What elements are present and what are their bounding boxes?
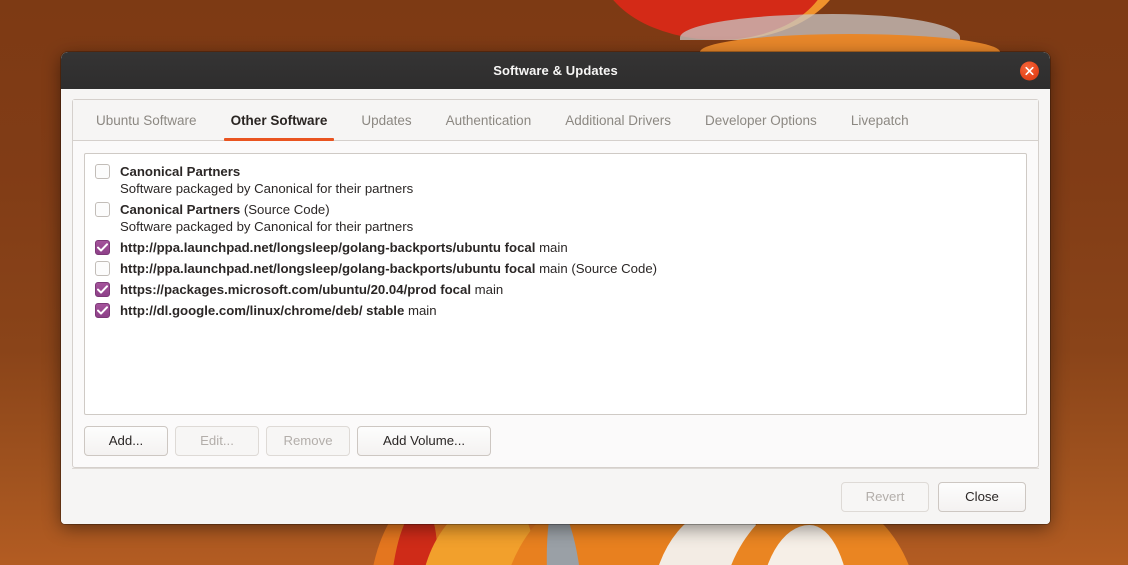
source-title-suffix: main xyxy=(404,303,437,318)
list-item[interactable]: http://dl.google.com/linux/chrome/deb/ s… xyxy=(89,299,1022,320)
list-item[interactable]: https://packages.microsoft.com/ubuntu/20… xyxy=(89,278,1022,299)
source-checkbox[interactable] xyxy=(95,164,110,179)
software-sources-list[interactable]: Canonical Partners Software packaged by … xyxy=(84,153,1027,415)
source-title-bold: http://ppa.launchpad.net/longsleep/golan… xyxy=(120,261,536,276)
add-volume-button[interactable]: Add Volume... xyxy=(357,426,491,456)
source-title-bold: http://ppa.launchpad.net/longsleep/golan… xyxy=(120,240,536,255)
tab-page-other-software: Canonical Partners Software packaged by … xyxy=(73,141,1038,467)
source-title-suffix: main (Source Code) xyxy=(535,261,658,276)
tab-updates[interactable]: Updates xyxy=(344,100,428,140)
list-action-bar: Add... Edit... Remove Add Volume... xyxy=(84,426,1027,456)
close-icon[interactable] xyxy=(1020,61,1039,80)
list-item[interactable]: Canonical Partners (Source Code) Softwar… xyxy=(89,198,1022,236)
source-title: http://dl.google.com/linux/chrome/deb/ s… xyxy=(120,301,437,319)
wallpaper-shape-bottom-haze xyxy=(300,555,940,565)
tab-ubuntu-software[interactable]: Ubuntu Software xyxy=(79,100,214,140)
source-checkbox[interactable] xyxy=(95,303,110,318)
title-bar: Software & Updates xyxy=(61,52,1050,89)
tab-authentication[interactable]: Authentication xyxy=(429,100,549,140)
source-title: http://ppa.launchpad.net/longsleep/golan… xyxy=(120,238,568,256)
remove-button: Remove xyxy=(266,426,350,456)
close-button[interactable]: Close xyxy=(938,481,1026,512)
source-title-bold: http://dl.google.com/linux/chrome/deb/ s… xyxy=(120,303,405,318)
dialog-footer: Revert Close xyxy=(72,468,1039,524)
wallpaper-shape-bottom-white-b xyxy=(760,525,850,565)
software-updates-dialog: Software & Updates Ubuntu Software Other… xyxy=(61,52,1050,524)
list-item[interactable]: http://ppa.launchpad.net/longsleep/golan… xyxy=(89,236,1022,257)
source-title: Canonical Partners xyxy=(120,162,413,180)
window-title: Software & Updates xyxy=(493,63,618,78)
source-description: Software packaged by Canonical for their… xyxy=(120,181,414,196)
notebook: Ubuntu Software Other Software Updates A… xyxy=(72,99,1039,468)
revert-button: Revert xyxy=(841,481,929,512)
source-checkbox[interactable] xyxy=(95,240,110,255)
source-title-bold: Canonical Partners xyxy=(120,164,241,179)
source-title: Canonical Partners (Source Code) xyxy=(120,200,413,218)
tab-developer-options[interactable]: Developer Options xyxy=(688,100,834,140)
wallpaper-shape-top-orange-streak xyxy=(700,34,1000,52)
source-checkbox[interactable] xyxy=(95,202,110,217)
list-item[interactable]: Canonical Partners Software packaged by … xyxy=(89,160,1022,198)
source-checkbox[interactable] xyxy=(95,282,110,297)
wallpaper-shape-top-orange xyxy=(596,0,846,40)
source-title: https://packages.microsoft.com/ubuntu/20… xyxy=(120,280,503,298)
add-button[interactable]: Add... xyxy=(84,426,168,456)
list-item[interactable]: http://ppa.launchpad.net/longsleep/golan… xyxy=(89,257,1022,278)
tab-other-software[interactable]: Other Software xyxy=(214,100,345,141)
wallpaper-shape-top-grey xyxy=(680,14,960,40)
tab-livepatch[interactable]: Livepatch xyxy=(834,100,926,140)
wallpaper-shape-top-red xyxy=(600,0,830,40)
desktop-background: Software & Updates Ubuntu Software Other… xyxy=(0,0,1128,565)
tab-additional-drivers[interactable]: Additional Drivers xyxy=(548,100,688,140)
source-description: Software packaged by Canonical for their… xyxy=(120,219,414,234)
source-title-suffix: main xyxy=(535,240,568,255)
source-title-bold: Canonical Partners xyxy=(120,202,241,217)
dialog-body: Ubuntu Software Other Software Updates A… xyxy=(61,89,1050,524)
source-title: http://ppa.launchpad.net/longsleep/golan… xyxy=(120,259,657,277)
source-title-suffix: (Source Code) xyxy=(240,202,330,217)
edit-button: Edit... xyxy=(175,426,259,456)
tab-bar: Ubuntu Software Other Software Updates A… xyxy=(73,100,1038,141)
source-title-suffix: main xyxy=(471,282,504,297)
source-checkbox[interactable] xyxy=(95,261,110,276)
source-title-bold: https://packages.microsoft.com/ubuntu/20… xyxy=(120,282,471,297)
